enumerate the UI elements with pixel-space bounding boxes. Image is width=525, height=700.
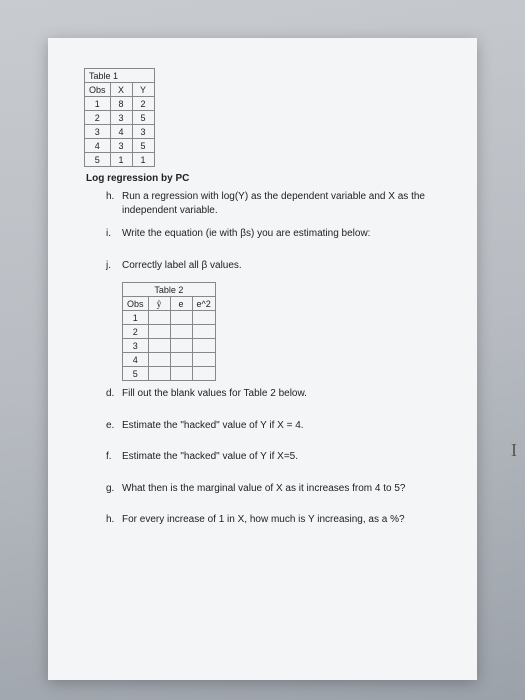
table-row: 511: [85, 153, 155, 167]
table-1-header-y: Y: [132, 83, 154, 97]
item-letter: f.: [106, 450, 122, 464]
item-e: e. Estimate the "hacked" value of Y if X…: [106, 419, 441, 433]
document-page: Table 1 Obs X Y 182 235 343 435 511 Log …: [48, 38, 477, 680]
item-j: j. Correctly label all β values.: [106, 259, 441, 273]
table-row: 4: [123, 353, 216, 367]
item-letter: j.: [106, 259, 122, 273]
table-2-header-yhat: ŷ: [148, 297, 170, 311]
item-letter: d.: [106, 387, 122, 401]
item-i: i. Write the equation (ie with βs) you a…: [106, 227, 441, 241]
table-2-title: Table 2: [123, 283, 216, 297]
item-letter: h.: [106, 190, 122, 217]
item-letter: e.: [106, 419, 122, 433]
item-text: Correctly label all β values.: [122, 259, 441, 273]
table-row: 235: [85, 111, 155, 125]
table-row: 435: [85, 139, 155, 153]
item-letter: g.: [106, 482, 122, 496]
item-text: Fill out the blank values for Table 2 be…: [122, 387, 441, 401]
table-row: 343: [85, 125, 155, 139]
table-1-header-x: X: [110, 83, 132, 97]
table-row: 3: [123, 339, 216, 353]
table-2-header-obs: Obs: [123, 297, 149, 311]
item-d: d. Fill out the blank values for Table 2…: [106, 387, 441, 401]
table-row: 182: [85, 97, 155, 111]
item-text: Estimate the "hacked" value of Y if X = …: [122, 419, 441, 433]
table-2: Table 2 Obs ŷ e e^2 1 2 3 4 5: [122, 282, 216, 381]
item-f: f. Estimate the "hacked" value of Y if X…: [106, 450, 441, 464]
item-text: Run a regression with log(Y) as the depe…: [122, 190, 441, 217]
item-g: g. What then is the marginal value of X …: [106, 482, 441, 496]
table-1: Table 1 Obs X Y 182 235 343 435 511: [84, 68, 155, 167]
table-row: 2: [123, 325, 216, 339]
text-cursor-icon: I: [511, 440, 517, 461]
item-h: h. Run a regression with log(Y) as the d…: [106, 190, 441, 217]
table-1-title: Table 1: [85, 69, 155, 83]
section-title: Log regression by PC: [86, 173, 441, 184]
table-2-header-e: e: [170, 297, 192, 311]
item-text: Write the equation (ie with βs) you are …: [122, 227, 441, 241]
item-letter: h.: [106, 513, 122, 527]
item-text: Estimate the "hacked" value of Y if X=5.: [122, 450, 441, 464]
table-2-header-e2: e^2: [192, 297, 215, 311]
table-row: 1: [123, 311, 216, 325]
item-text: What then is the marginal value of X as …: [122, 482, 441, 496]
item-text: For every increase of 1 in X, how much i…: [122, 513, 441, 527]
table-row: 5: [123, 367, 216, 381]
table-1-header-obs: Obs: [85, 83, 111, 97]
item-h2: h. For every increase of 1 in X, how muc…: [106, 513, 441, 527]
item-letter: i.: [106, 227, 122, 241]
